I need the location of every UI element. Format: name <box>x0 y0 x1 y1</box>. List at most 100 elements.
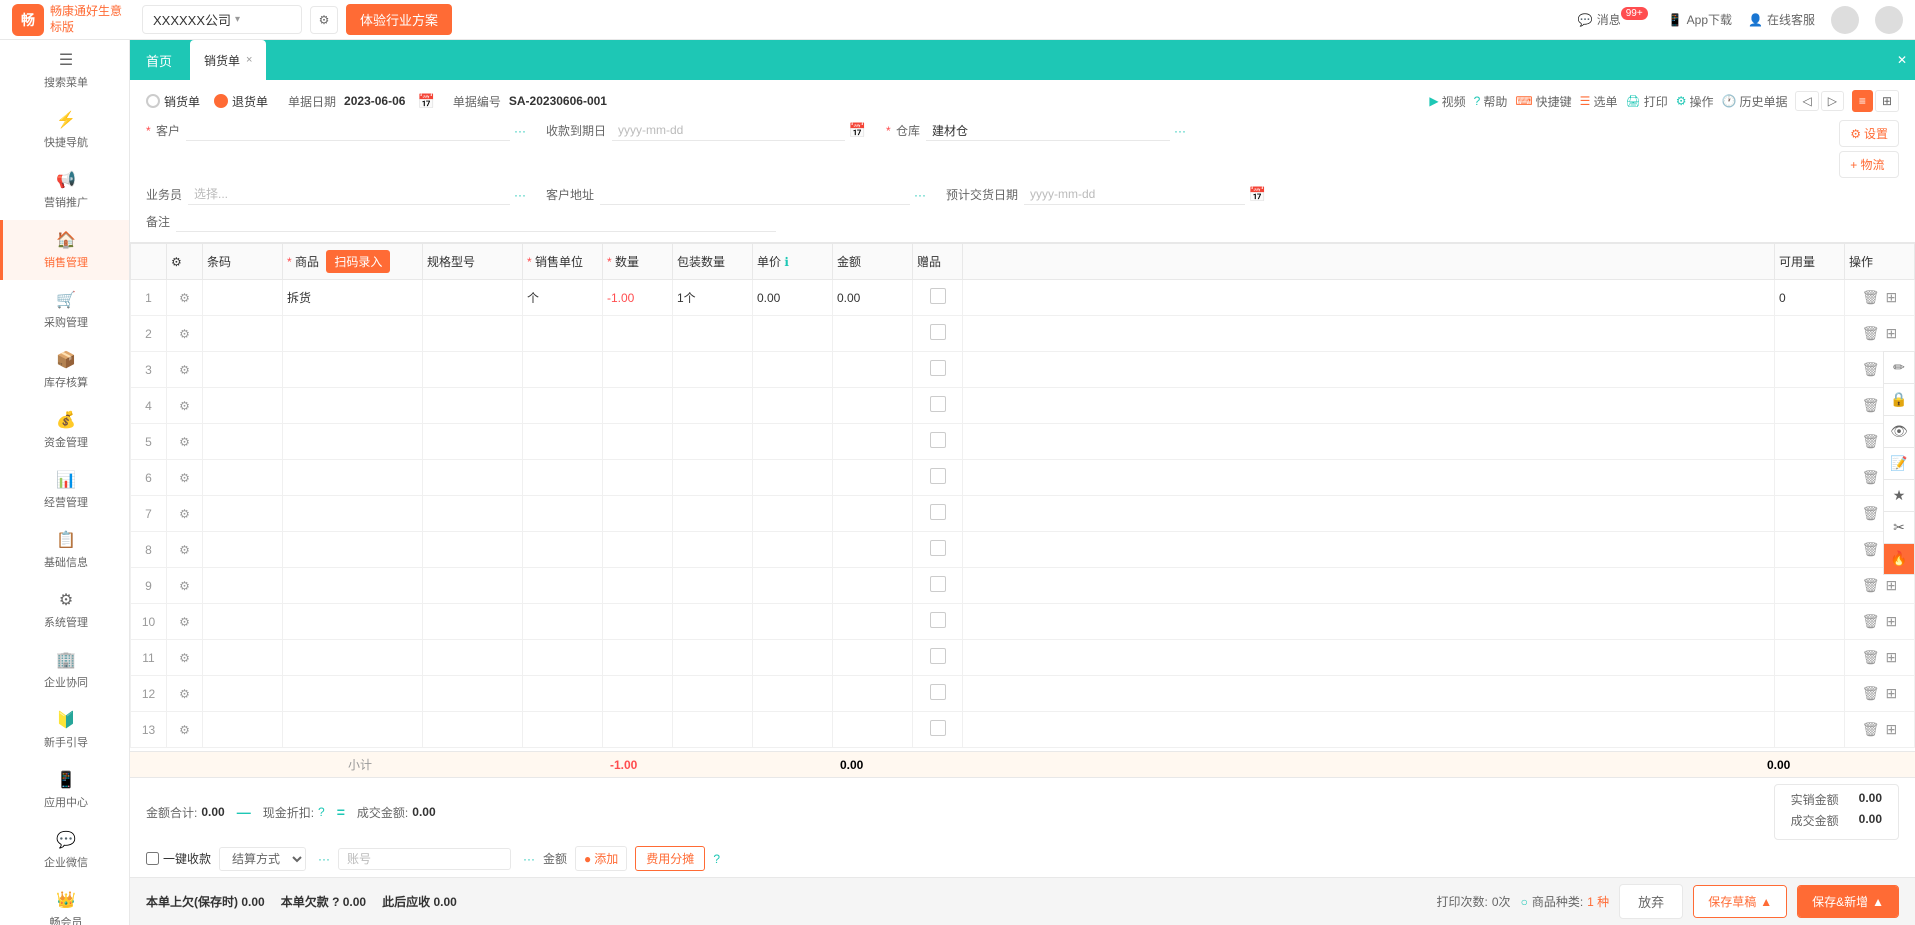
history-action[interactable]: 🕐 历史单据 <box>1721 93 1787 110</box>
next-arrow[interactable]: ▷ <box>1821 91 1844 111</box>
row-unit-11[interactable] <box>523 640 603 676</box>
row-gift-9[interactable] <box>913 568 963 604</box>
message-button[interactable]: 💬 消息 99+ <box>1578 11 1652 28</box>
warehouse-dots-icon[interactable]: ··· <box>1170 124 1186 138</box>
sidebar-item-quick-nav[interactable]: ⚡ 快捷导航 <box>0 100 129 160</box>
row-gift-3[interactable] <box>913 352 963 388</box>
row-pkgqty-3[interactable] <box>673 352 753 388</box>
row-amount-9[interactable] <box>833 568 913 604</box>
row-qty-12[interactable] <box>603 676 673 712</box>
add-payment-button[interactable]: ● 添加 <box>575 846 627 871</box>
row-price-8[interactable] <box>753 532 833 568</box>
gift-checkbox-5[interactable] <box>930 432 946 448</box>
row-amount-10[interactable] <box>833 604 913 640</box>
row-goods-8[interactable] <box>283 532 423 568</box>
gift-checkbox-6[interactable] <box>930 468 946 484</box>
expected-date-calendar-icon[interactable]: 📅 <box>1245 186 1266 203</box>
row-price-7[interactable] <box>753 496 833 532</box>
abandon-button[interactable]: 放弃 <box>1619 884 1683 919</box>
warehouse-input[interactable] <box>926 120 1170 141</box>
row-delete-btn-5[interactable]: 🗑 <box>1862 433 1880 450</box>
row-amount-5[interactable] <box>833 424 913 460</box>
video-action[interactable]: ▶ 视频 <box>1429 93 1465 110</box>
row-qty-7[interactable] <box>603 496 673 532</box>
float-edit-button[interactable]: ✏ <box>1883 351 1915 383</box>
due-date-input[interactable] <box>612 120 845 141</box>
row-goods-11[interactable] <box>283 640 423 676</box>
row-qty-13[interactable] <box>603 712 673 748</box>
float-note-button[interactable]: 📝 <box>1883 447 1915 479</box>
row-setting-8[interactable]: ⚙ <box>167 532 203 568</box>
row-delete-btn-9[interactable]: 🗑 <box>1862 577 1880 594</box>
gift-checkbox-4[interactable] <box>930 396 946 412</box>
row-unit-7[interactable] <box>523 496 603 532</box>
row-qty-5[interactable] <box>603 424 673 460</box>
sidebar-item-search-order[interactable]: ☰ 搜索菜单 <box>0 40 129 100</box>
row-amount-11[interactable] <box>833 640 913 676</box>
row-barcode-4[interactable] <box>203 388 283 424</box>
row-spec-13[interactable] <box>423 712 523 748</box>
tab-sale-order[interactable]: 销货单 × <box>190 40 266 80</box>
sidebar-item-sales[interactable]: 🏠 销售管理 <box>0 220 129 280</box>
sidebar-item-app-center[interactable]: 📱 应用中心 <box>0 760 129 820</box>
salesperson-dots-icon[interactable]: ··· <box>510 188 526 202</box>
row-barcode-7[interactable] <box>203 496 283 532</box>
row-unit-9[interactable] <box>523 568 603 604</box>
save-draft-button[interactable]: 保存草稿 ▲ <box>1694 886 1786 917</box>
row-barcode-9[interactable] <box>203 568 283 604</box>
sidebar-item-purchase[interactable]: 🛒 采购管理 <box>0 280 129 340</box>
row-delete-btn-4[interactable]: 🗑 <box>1862 397 1880 414</box>
row-goods-6[interactable] <box>283 460 423 496</box>
row-copy-btn-10[interactable]: ⊞ <box>1886 613 1898 630</box>
customer-input[interactable] <box>186 120 510 141</box>
notes-input[interactable] <box>176 211 776 232</box>
row-pkgqty-9[interactable] <box>673 568 753 604</box>
row-price-1[interactable]: 0.00 <box>753 280 833 316</box>
gift-checkbox-1[interactable] <box>930 288 946 304</box>
sidebar-item-system[interactable]: ⚙ 系统管理 <box>0 580 129 640</box>
row-spec-7[interactable] <box>423 496 523 532</box>
row-price-11[interactable] <box>753 640 833 676</box>
row-pkgqty-13[interactable] <box>673 712 753 748</box>
row-copy-btn-12[interactable]: ⊞ <box>1886 685 1898 702</box>
sidebar-item-base-info[interactable]: 📋 基础信息 <box>0 520 129 580</box>
row-unit-5[interactable] <box>523 424 603 460</box>
row-price-13[interactable] <box>753 712 833 748</box>
tab-close-icon[interactable]: × <box>246 54 252 66</box>
row-delete-btn-8[interactable]: 🗑 <box>1862 541 1880 558</box>
row-pkgqty-1[interactable]: 1个 <box>673 280 753 316</box>
row-setting-6[interactable]: ⚙ <box>167 460 203 496</box>
row-copy-btn-2[interactable]: ⊞ <box>1886 325 1898 342</box>
row-barcode-1[interactable] <box>203 280 283 316</box>
row-amount-13[interactable] <box>833 712 913 748</box>
row-delete-btn-6[interactable]: 🗑 <box>1862 469 1880 486</box>
row-setting-2[interactable]: ⚙ <box>167 316 203 352</box>
row-delete-btn-2[interactable]: 🗑 <box>1862 325 1880 342</box>
price-info-icon[interactable]: ℹ <box>784 255 789 269</box>
row-setting-3[interactable]: ⚙ <box>167 352 203 388</box>
row-barcode-5[interactable] <box>203 424 283 460</box>
gift-checkbox-9[interactable] <box>930 576 946 592</box>
row-gift-10[interactable] <box>913 604 963 640</box>
expected-date-input[interactable] <box>1024 184 1245 205</box>
row-barcode-8[interactable] <box>203 532 283 568</box>
discount-help-icon[interactable]: ? <box>318 805 325 819</box>
radio-sale[interactable]: 销货单 <box>146 93 200 110</box>
row-delete-btn-7[interactable]: 🗑 <box>1862 505 1880 522</box>
radio-return[interactable]: 退货单 <box>214 93 268 110</box>
row-setting-10[interactable]: ⚙ <box>167 604 203 640</box>
due-date-calendar-icon[interactable]: 📅 <box>845 122 866 139</box>
row-price-9[interactable] <box>753 568 833 604</box>
settlement-dots[interactable]: ··· <box>314 852 330 866</box>
row-spec-10[interactable] <box>423 604 523 640</box>
row-setting-7[interactable]: ⚙ <box>167 496 203 532</box>
row-pkgqty-4[interactable] <box>673 388 753 424</box>
row-delete-btn-10[interactable]: 🗑 <box>1862 613 1880 630</box>
row-qty-11[interactable] <box>603 640 673 676</box>
row-spec-2[interactable] <box>423 316 523 352</box>
logistics-button[interactable]: + 物流 <box>1839 151 1899 178</box>
row-spec-1[interactable] <box>423 280 523 316</box>
row-amount-3[interactable] <box>833 352 913 388</box>
row-spec-9[interactable] <box>423 568 523 604</box>
row-copy-btn-11[interactable]: ⊞ <box>1886 649 1898 666</box>
